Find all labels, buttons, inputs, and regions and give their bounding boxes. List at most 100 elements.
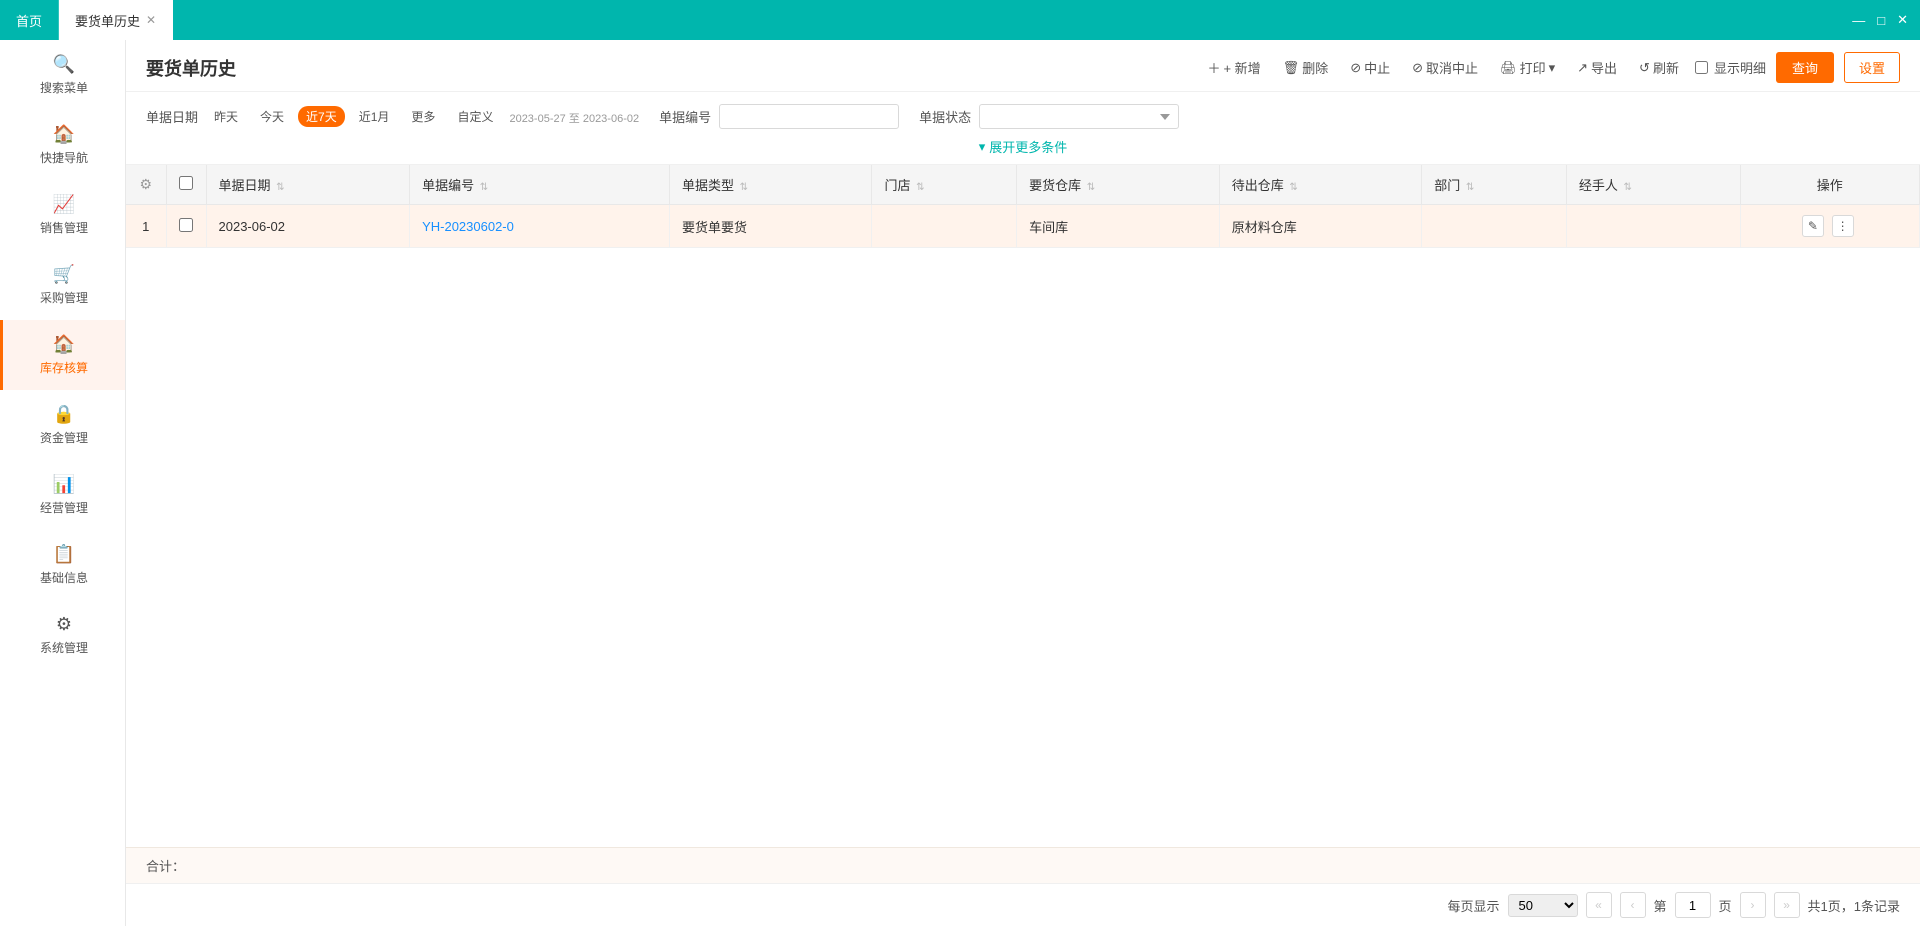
col-wait-warehouse[interactable]: 待出仓库 ⇅ xyxy=(1219,165,1422,205)
status-select[interactable] xyxy=(979,104,1179,129)
col-settings[interactable]: ⚙ xyxy=(126,165,166,205)
tab-requisition-label: 要货单历史 xyxy=(75,11,140,30)
export-button[interactable]: ↗ 导出 xyxy=(1571,54,1623,81)
first-page-button[interactable]: « xyxy=(1586,892,1612,918)
new-button[interactable]: ＋ + 新增 xyxy=(1201,54,1266,81)
sidebar-item-sales[interactable]: 📈 销售管理 xyxy=(0,180,125,250)
quick-nav-icon: 🏠 xyxy=(53,124,75,145)
stop-button[interactable]: ⊘ 中止 xyxy=(1344,54,1396,81)
print-icon: 🖨 xyxy=(1500,60,1517,76)
main-layout: 🔍 搜索菜单 🏠 快捷导航 📈 销售管理 🛒 采购管理 🏠 库存核算 🔒 资金管… xyxy=(0,40,1920,926)
sidebar-item-inventory[interactable]: 🏠 库存核算 xyxy=(0,320,125,390)
col-checkbox xyxy=(166,165,206,205)
sidebar-item-base-info[interactable]: 📋 基础信息 xyxy=(0,530,125,600)
row-select-checkbox[interactable] xyxy=(179,218,193,232)
window-maximize[interactable]: □ xyxy=(1877,13,1885,28)
query-button[interactable]: 查询 xyxy=(1776,52,1834,83)
date-btn-custom[interactable]: 自定义 xyxy=(449,106,501,127)
col-doc-no[interactable]: 单据编号 ⇅ xyxy=(410,165,670,205)
row-checkbox xyxy=(166,205,206,248)
row-more-button[interactable]: ⋮ xyxy=(1832,215,1854,237)
cancel-stop-label: 取消中止 xyxy=(1426,58,1478,77)
table-header-row: ⚙ 单据日期 ⇅ 单据编号 ⇅ xyxy=(126,165,1920,205)
col-handler-label: 经手人 xyxy=(1579,178,1618,193)
total-info: 共1页，1条记录 xyxy=(1808,896,1900,915)
expand-chevron-icon: ▾ xyxy=(979,139,986,155)
date-btn-more[interactable]: 更多 xyxy=(403,106,443,127)
sidebar-item-search-menu[interactable]: 🔍 搜索菜单 xyxy=(0,40,125,110)
doc-no-input[interactable] xyxy=(719,104,899,129)
col-store[interactable]: 门店 ⇅ xyxy=(872,165,1017,205)
column-settings-icon[interactable]: ⚙ xyxy=(139,176,152,192)
sort-store-icon[interactable]: ⇅ xyxy=(916,182,924,193)
sort-doc-type-icon[interactable]: ⇅ xyxy=(740,182,748,193)
delete-button[interactable]: 🗑 删除 xyxy=(1277,54,1335,81)
setting-button[interactable]: 设置 xyxy=(1844,52,1900,83)
content-area: 要货单历史 ＋ + 新增 🗑 删除 ⊘ 中止 ⊘ 取消中止 xyxy=(126,40,1920,926)
sidebar-label-search-menu: 搜索菜单 xyxy=(40,79,88,96)
col-doc-type[interactable]: 单据类型 ⇅ xyxy=(669,165,872,205)
sidebar-label-sales: 销售管理 xyxy=(40,219,88,236)
delete-icon: 🗑 xyxy=(1283,60,1300,76)
col-doc-date[interactable]: 单据日期 ⇅ xyxy=(206,165,410,205)
expand-more-button[interactable]: ▾ 展开更多条件 xyxy=(146,137,1900,156)
sidebar-item-purchase[interactable]: 🛒 采购管理 xyxy=(0,250,125,320)
col-handler[interactable]: 经手人 ⇅ xyxy=(1566,165,1740,205)
window-minimize[interactable]: — xyxy=(1852,13,1865,28)
total-label: 合计： xyxy=(146,859,185,874)
refresh-icon: ↺ xyxy=(1639,60,1650,76)
tab-home[interactable]: 首页 xyxy=(0,0,59,40)
finance-icon: 🔒 xyxy=(53,404,75,425)
date-btn-today[interactable]: 今天 xyxy=(252,106,292,127)
delete-label: 删除 xyxy=(1302,58,1328,77)
date-label: 单据日期 xyxy=(146,107,198,126)
next-page-button[interactable]: › xyxy=(1740,892,1766,918)
top-bar: 首页 要货单历史 ✕ — □ ✕ xyxy=(0,0,1920,40)
row-handler xyxy=(1566,205,1740,248)
table-row: 1 2023-06-02 YH-20230602-0 要货单要货 车间库 原材料… xyxy=(126,205,1920,248)
tab-requisition-history[interactable]: 要货单历史 ✕ xyxy=(59,0,173,40)
window-close[interactable]: ✕ xyxy=(1897,12,1908,28)
row-doc-no-link[interactable]: YH-20230602-0 xyxy=(422,219,514,234)
sidebar-item-sys-mgmt[interactable]: ⚙ 系统管理 xyxy=(0,600,125,670)
sidebar-label-inventory: 库存核算 xyxy=(40,359,88,376)
prev-page-button[interactable]: ‹ xyxy=(1620,892,1646,918)
col-operation: 操作 xyxy=(1740,165,1919,205)
print-button[interactable]: 🖨 打印 ▾ xyxy=(1494,54,1561,81)
sidebar-label-quick-nav: 快捷导航 xyxy=(40,149,88,166)
date-btn-7days[interactable]: 近7天 xyxy=(298,106,345,127)
col-req-warehouse-label: 要货仓库 xyxy=(1029,178,1081,193)
purchase-icon: 🛒 xyxy=(53,264,75,285)
inventory-icon: 🏠 xyxy=(53,334,75,355)
sidebar-item-operations[interactable]: 📊 经营管理 xyxy=(0,460,125,530)
row-store xyxy=(872,205,1017,248)
date-range-display: 2023-05-27 至 2023-06-02 xyxy=(509,108,639,126)
select-all-checkbox[interactable] xyxy=(179,176,193,190)
sort-handler-icon[interactable]: ⇅ xyxy=(1624,182,1632,193)
sidebar-item-quick-nav[interactable]: 🏠 快捷导航 xyxy=(0,110,125,180)
date-btn-1month[interactable]: 近1月 xyxy=(351,106,398,127)
refresh-label: 刷新 xyxy=(1653,58,1679,77)
date-filter-buttons: 昨天 今天 近7天 近1月 更多 自定义 xyxy=(206,106,501,127)
per-page-select[interactable]: 10 20 50 100 xyxy=(1508,894,1578,917)
date-btn-yesterday[interactable]: 昨天 xyxy=(206,106,246,127)
filter-area: 单据日期 昨天 今天 近7天 近1月 更多 自定义 2023-05-27 至 2… xyxy=(126,92,1920,165)
sidebar-item-finance[interactable]: 🔒 资金管理 xyxy=(0,390,125,460)
tab-close-icon[interactable]: ✕ xyxy=(146,13,156,27)
sort-dept-icon[interactable]: ⇅ xyxy=(1466,182,1474,193)
sort-req-warehouse-icon[interactable]: ⇅ xyxy=(1087,182,1095,193)
sort-doc-no-icon[interactable]: ⇅ xyxy=(480,182,488,193)
current-page-input[interactable] xyxy=(1675,892,1711,918)
sort-wait-warehouse-icon[interactable]: ⇅ xyxy=(1289,182,1297,193)
col-req-warehouse[interactable]: 要货仓库 ⇅ xyxy=(1017,165,1220,205)
sort-doc-date-icon[interactable]: ⇅ xyxy=(276,182,284,193)
row-edit-button[interactable]: ✎ xyxy=(1802,215,1824,237)
show-detail-toggle[interactable]: 显示明细 xyxy=(1695,58,1766,77)
refresh-button[interactable]: ↺ 刷新 xyxy=(1633,54,1685,81)
sidebar-label-finance: 资金管理 xyxy=(40,429,88,446)
col-dept[interactable]: 部门 ⇅ xyxy=(1422,165,1567,205)
show-detail-checkbox[interactable] xyxy=(1695,61,1708,74)
last-page-button[interactable]: » xyxy=(1774,892,1800,918)
cancel-stop-button[interactable]: ⊘ 取消中止 xyxy=(1406,54,1484,81)
cancel-stop-icon: ⊘ xyxy=(1412,60,1423,76)
